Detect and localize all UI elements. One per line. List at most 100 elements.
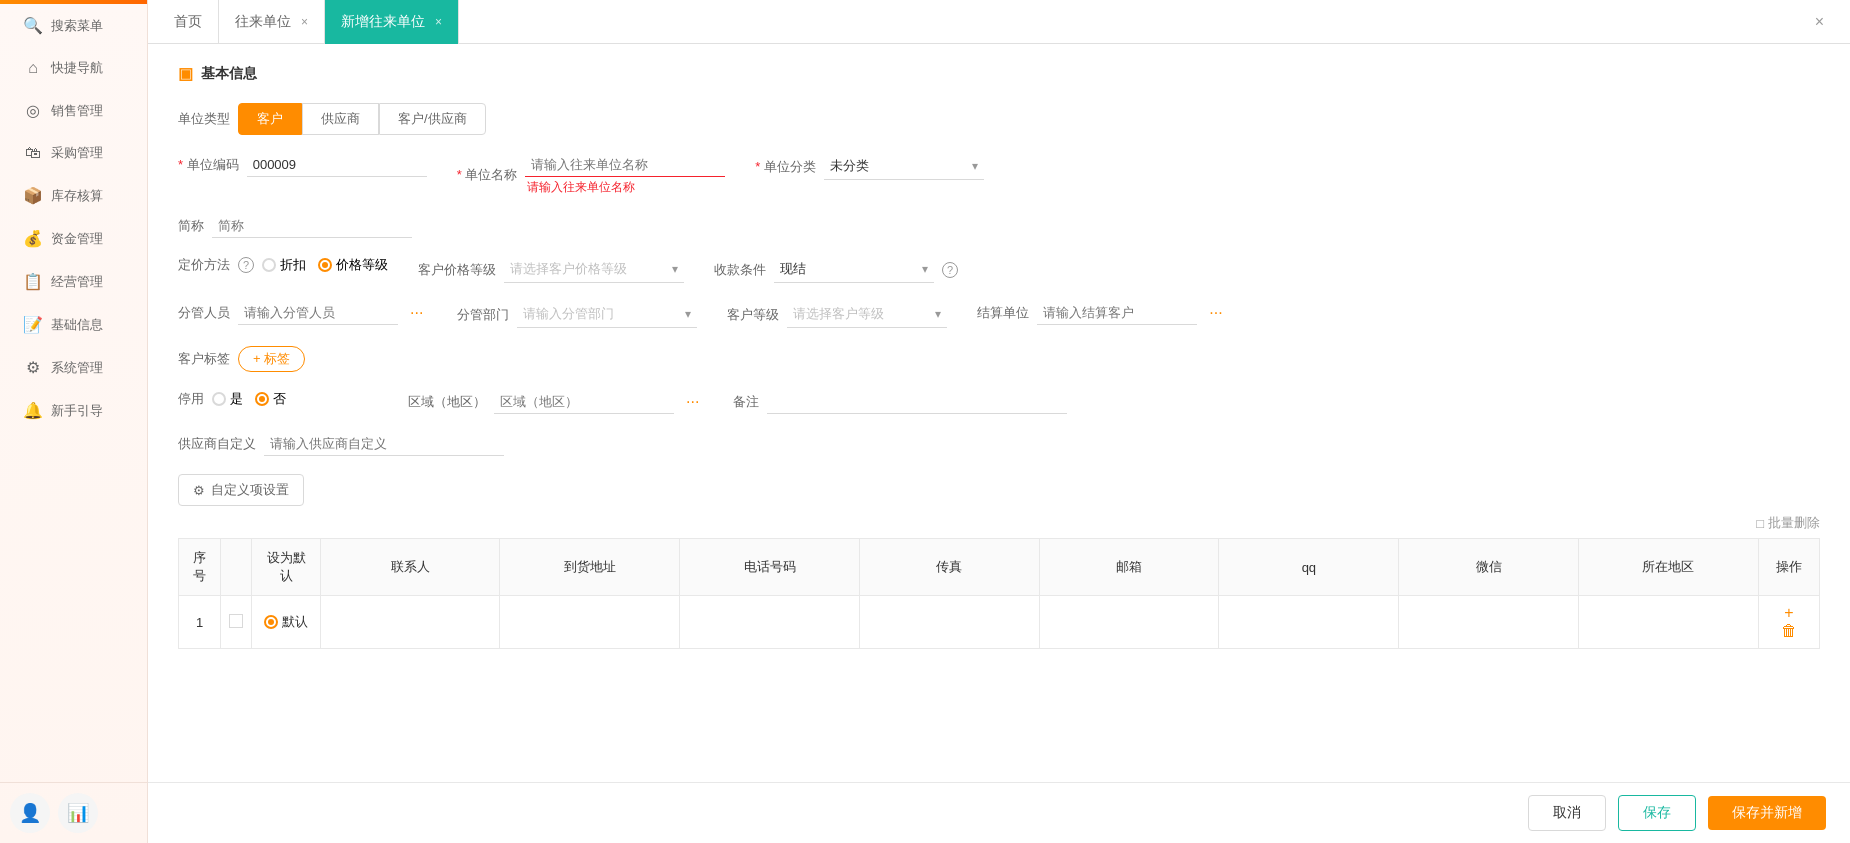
row-address-cell[interactable] <box>500 596 680 649</box>
customer-price-select[interactable]: 请选择客户价格等级 ▾ <box>504 256 684 283</box>
code-input[interactable] <box>247 153 427 177</box>
row-checkbox-cell[interactable] <box>221 596 252 649</box>
add-tag-button[interactable]: + 标签 <box>238 346 305 372</box>
batch-delete-icon: □ <box>1756 516 1764 531</box>
sidebar: 🔍 搜索菜单 ⌂ 快捷导航 ◎ 销售管理 🛍 采购管理 📦 库存核算 💰 资金管… <box>0 0 148 843</box>
row-contact-cell[interactable] <box>320 596 500 649</box>
batch-delete-area[interactable]: □ 批量删除 <box>178 514 1820 532</box>
name-label: 单位名称 <box>457 166 518 184</box>
row-fax-input[interactable] <box>868 615 1031 630</box>
tab-partners[interactable]: 往来单位 × <box>219 0 325 44</box>
disabled-label: 停用 <box>178 390 204 408</box>
region-ellipsis[interactable]: ··· <box>682 393 703 411</box>
type-btn-both[interactable]: 客户/供应商 <box>379 103 486 135</box>
row-phone-input[interactable] <box>688 615 851 630</box>
sidebar-item-finance[interactable]: 💰 资金管理 <box>0 217 147 260</box>
code-name-row: 单位编码 单位名称 请输入往来单位名称 单位分类 未分类 ▾ <box>178 153 1820 196</box>
sidebar-item-guide[interactable]: 🔔 新手引导 <box>0 389 147 432</box>
customer-level-arrow-icon: ▾ <box>935 307 941 321</box>
row-default-radio[interactable]: 默认 <box>260 613 311 631</box>
category-label: 单位分类 <box>755 158 816 176</box>
sidebar-item-sales[interactable]: ◎ 销售管理 <box>0 89 147 132</box>
section-icon: ▣ <box>178 64 193 83</box>
gear-icon: ⚙ <box>193 483 205 498</box>
form-footer: 取消 保存 保存并新增 <box>148 782 1850 843</box>
abbr-input[interactable] <box>212 214 412 238</box>
sidebar-item-operations[interactable]: 📋 经营管理 <box>0 260 147 303</box>
sidebar-user-btn[interactable]: 👤 <box>10 793 50 833</box>
sidebar-item-search[interactable]: 🔍 搜索菜单 <box>0 4 147 47</box>
disabled-yes[interactable]: 是 <box>212 390 243 408</box>
settlement-ellipsis[interactable]: ··· <box>1205 304 1226 322</box>
close-new-partner-tab[interactable]: × <box>435 15 442 29</box>
pricing-radio-discount[interactable]: 折扣 <box>262 256 306 274</box>
sidebar-item-quicknav[interactable]: ⌂ 快捷导航 <box>0 47 147 89</box>
col-seq: 序号 <box>179 539 221 596</box>
manager-input[interactable] <box>238 301 398 325</box>
save-button[interactable]: 保存 <box>1618 795 1696 831</box>
pricing-help-icon[interactable]: ? <box>238 257 254 273</box>
row-seq: 1 <box>179 596 221 649</box>
close-all-tabs[interactable]: × <box>1799 13 1840 31</box>
tab-new-partner[interactable]: 新增往来单位 × <box>325 0 459 44</box>
row-delete-button[interactable]: 🗑 <box>1777 622 1801 640</box>
type-btn-supplier[interactable]: 供应商 <box>302 103 379 135</box>
disabled-yes-circle <box>212 392 226 406</box>
row-add-button[interactable]: + <box>1780 604 1797 622</box>
disabled-no[interactable]: 否 <box>255 390 286 408</box>
row-qq-input[interactable] <box>1227 615 1390 630</box>
row-phone-cell[interactable] <box>680 596 860 649</box>
manager-label: 分管人员 <box>178 304 230 322</box>
dept-select[interactable]: 请输入分管部门 ▾ <box>517 301 697 328</box>
region-input[interactable] <box>494 390 674 414</box>
payment-arrow-icon: ▾ <box>922 262 928 276</box>
category-arrow-icon: ▾ <box>972 159 978 173</box>
row-wechat-cell[interactable] <box>1399 596 1579 649</box>
cancel-button[interactable]: 取消 <box>1528 795 1606 831</box>
row-region-input[interactable] <box>1587 615 1750 630</box>
row-email-cell[interactable] <box>1039 596 1219 649</box>
sidebar-item-system[interactable]: ⚙ 系统管理 <box>0 346 147 389</box>
row-wechat-input[interactable] <box>1407 615 1570 630</box>
payment-select[interactable]: 现结 ▾ <box>774 256 934 283</box>
sidebar-item-purchase[interactable]: 🛍 采购管理 <box>0 132 147 174</box>
customer-level-select[interactable]: 请选择客户等级 ▾ <box>787 301 947 328</box>
save-add-button[interactable]: 保存并新增 <box>1708 796 1826 830</box>
row-action-cell: + 🗑 <box>1758 596 1819 649</box>
basic-icon: 📝 <box>23 315 43 334</box>
sidebar-item-basic[interactable]: 📝 基础信息 <box>0 303 147 346</box>
operations-icon: 📋 <box>23 272 43 291</box>
row-region-cell[interactable] <box>1579 596 1759 649</box>
row-email-input[interactable] <box>1048 615 1211 630</box>
manager-ellipsis[interactable]: ··· <box>406 304 427 322</box>
row-checkbox[interactable] <box>229 614 243 628</box>
disabled-no-circle <box>255 392 269 406</box>
tab-home[interactable]: 首页 <box>158 0 219 44</box>
row-fax-cell[interactable] <box>859 596 1039 649</box>
pricing-radio-price-level[interactable]: 价格等级 <box>318 256 388 274</box>
manager-field: 分管人员 ··· <box>178 301 427 325</box>
type-btn-customer[interactable]: 客户 <box>238 103 302 135</box>
name-input[interactable] <box>525 153 725 177</box>
col-default: 设为默认 <box>252 539 320 596</box>
dept-arrow-icon: ▾ <box>685 307 691 321</box>
pricing-row: 定价方法 ? 折扣 价格等级 客户价格等级 请选择客户价格等级 <box>178 256 1820 283</box>
sidebar-stats-btn[interactable]: 📊 <box>58 793 98 833</box>
supplier-custom-label: 供应商自定义 <box>178 435 256 453</box>
settlement-field: 结算单位 ··· <box>977 301 1226 325</box>
supplier-custom-input[interactable] <box>264 432 504 456</box>
name-field: 单位名称 请输入往来单位名称 <box>457 153 726 196</box>
row-address-input[interactable] <box>508 615 671 630</box>
row-contact-input[interactable] <box>329 615 492 630</box>
category-select[interactable]: 未分类 ▾ <box>824 153 984 180</box>
customer-price-arrow-icon: ▾ <box>672 262 678 276</box>
row-qq-cell[interactable] <box>1219 596 1399 649</box>
close-partners-tab[interactable]: × <box>301 15 308 29</box>
unit-type-field: 单位类型 客户 供应商 客户/供应商 <box>178 103 486 135</box>
col-actions: 操作 <box>1758 539 1819 596</box>
settlement-input[interactable] <box>1037 301 1197 325</box>
payment-help-icon[interactable]: ? <box>942 262 958 278</box>
remark-input[interactable] <box>767 390 1067 414</box>
custom-settings-button[interactable]: ⚙ 自定义项设置 <box>178 474 304 506</box>
sidebar-item-inventory[interactable]: 📦 库存核算 <box>0 174 147 217</box>
